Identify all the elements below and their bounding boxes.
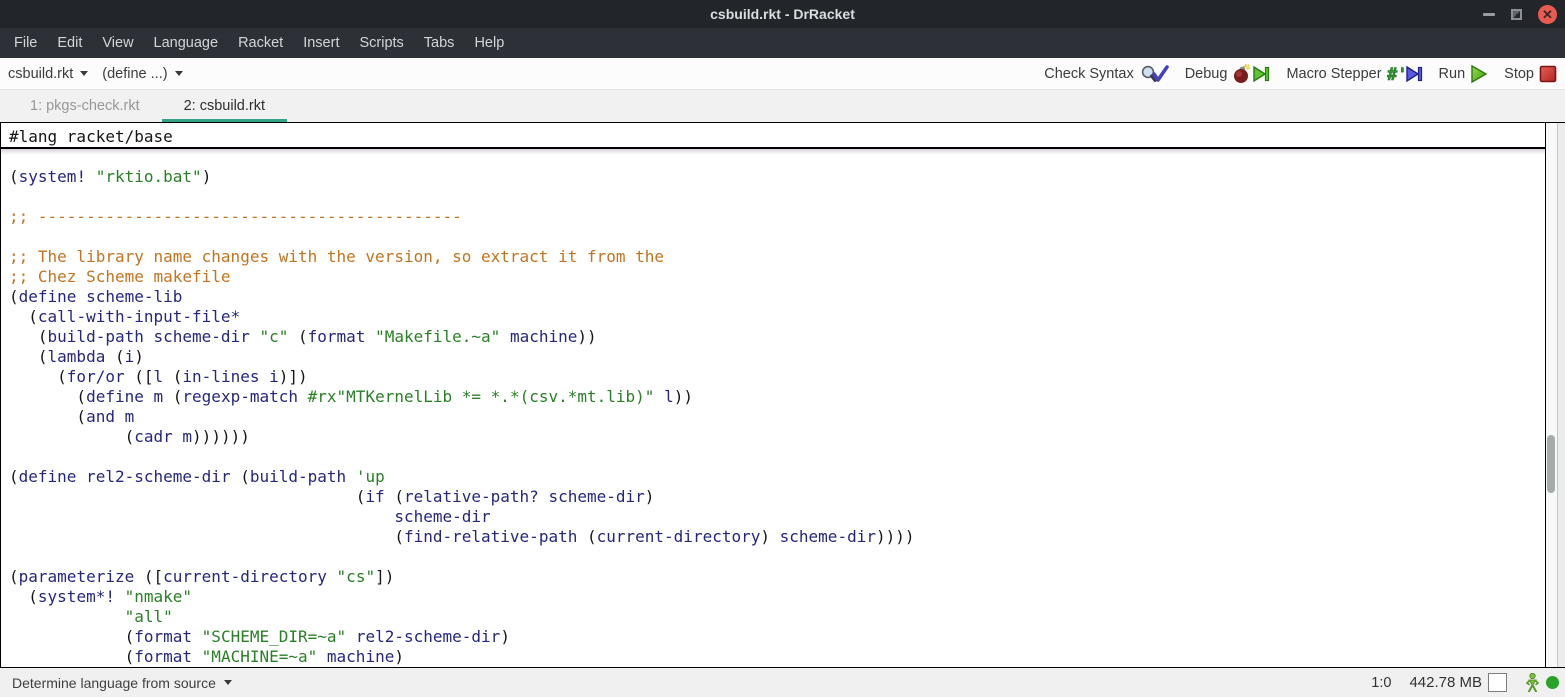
code-line: (define scheme-lib — [9, 287, 1545, 307]
drracket-window: csbuild.rkt - DrRacket ✕ FileEditViewLan… — [0, 0, 1565, 697]
menu-scripts[interactable]: Scripts — [349, 31, 413, 55]
menu-insert[interactable]: Insert — [293, 31, 349, 55]
code-line: (define m (regexp-match #rx"MTKernelLib … — [9, 387, 1545, 407]
code-line: (cadr m)))))) — [9, 427, 1545, 447]
menu-edit[interactable]: Edit — [47, 31, 92, 55]
magnifier-check-icon — [1139, 64, 1169, 84]
code-line: (format "SCHEME_DIR=~a" rel2-scheme-dir) — [9, 627, 1545, 647]
code-line: (call-with-input-file* — [9, 307, 1545, 327]
code-line: ;; Chez Scheme makefile — [9, 267, 1545, 287]
bomb-step-icon — [1232, 64, 1270, 84]
code-line: (system! "rktio.bat") — [9, 167, 1545, 187]
code-line: (lambda (i) — [9, 347, 1545, 367]
code-line: (parameterize ([current-directory "cs"]) — [9, 567, 1545, 587]
debug-label: Debug — [1185, 66, 1228, 82]
run-play-icon — [1470, 64, 1488, 84]
close-button[interactable]: ✕ — [1538, 5, 1557, 24]
cursor-position: 1:0 — [1371, 675, 1391, 691]
definition-navigator-label: (define ...) — [102, 66, 167, 82]
code-line — [9, 447, 1545, 467]
menu-tabs[interactable]: Tabs — [414, 31, 465, 55]
code-line: scheme-dir — [9, 507, 1545, 527]
statusbar: Determine language from source 1:0 442.7… — [0, 668, 1565, 697]
code-line: ;; The library name changes with the ver… — [9, 247, 1545, 267]
editor-area: #lang racket/base (system! "rktio.bat");;… — [0, 122, 1565, 668]
menubar: FileEditViewLanguageRacketInsertScriptsT… — [0, 28, 1565, 58]
run-button[interactable]: Run — [1439, 64, 1489, 84]
vertical-scrollbar[interactable] — [1546, 123, 1557, 667]
check-syntax-button[interactable]: Check Syntax — [1044, 64, 1168, 84]
window-controls: ✕ — [1483, 0, 1557, 28]
titlebar: csbuild.rkt - DrRacket ✕ — [0, 0, 1565, 28]
code-line — [9, 187, 1545, 207]
code-line: (build-path scheme-dir "c" (format "Make… — [9, 327, 1545, 347]
window-title: csbuild.rkt - DrRacket — [0, 6, 1565, 22]
chevron-down-icon — [175, 71, 183, 76]
code-line: (find-relative-path (current-directory) … — [9, 527, 1545, 547]
stop-label: Stop — [1504, 66, 1534, 82]
toolbar: csbuild.rkt (define ...) Check Syntax — [0, 58, 1565, 90]
definition-navigator-dropdown[interactable]: (define ...) — [102, 66, 182, 82]
code-line: (if (relative-path? scheme-dir) — [9, 487, 1545, 507]
svg-text:#': #' — [1387, 65, 1407, 84]
scrollbar-thumb[interactable] — [1547, 435, 1555, 493]
code-line: (format "MACHINE=~a" machine) — [9, 647, 1545, 667]
stop-button[interactable]: Stop — [1504, 64, 1557, 84]
editor-tab-1[interactable]: 1: pkgs-check.rkt — [8, 90, 162, 122]
code-line: (and m — [9, 407, 1545, 427]
running-man-icon — [1525, 673, 1540, 692]
menu-racket[interactable]: Racket — [228, 31, 293, 55]
language-selector-label: Determine language from source — [12, 675, 216, 691]
menu-view[interactable]: View — [92, 31, 143, 55]
check-syntax-label: Check Syntax — [1044, 66, 1133, 82]
editor-tab-2[interactable]: 2: csbuild.rkt — [162, 90, 287, 122]
minimize-button[interactable] — [1483, 13, 1495, 16]
macro-stepper-button[interactable]: Macro Stepper #' — [1286, 64, 1422, 84]
chevron-down-icon — [80, 71, 88, 76]
code-line: ;; -------------------------------------… — [9, 207, 1545, 227]
definitions-editor[interactable]: #lang racket/base (system! "rktio.bat");;… — [0, 123, 1546, 667]
maximize-button[interactable] — [1511, 9, 1522, 20]
hash-quote-step-icon: #' — [1387, 64, 1423, 84]
language-selector-button[interactable]: Determine language from source — [12, 675, 232, 691]
code-line: (define rel2-scheme-dir (build-path 'up — [9, 467, 1545, 487]
stop-square-icon — [1539, 64, 1557, 84]
tabbar: 1: pkgs-check.rkt2: csbuild.rkt — [0, 90, 1565, 122]
macro-stepper-label: Macro Stepper — [1286, 66, 1381, 82]
file-scope-label: csbuild.rkt — [8, 66, 73, 82]
debug-button[interactable]: Debug — [1185, 64, 1271, 84]
code-line: (system*! "nmake" — [9, 587, 1545, 607]
menu-help[interactable]: Help — [464, 31, 514, 55]
lang-separator-shadow — [1, 149, 1545, 155]
window-edge — [1557, 123, 1565, 667]
code-line: #lang racket/base — [9, 127, 1545, 147]
menu-file[interactable]: File — [4, 31, 47, 55]
garbage-collect-button[interactable] — [1488, 673, 1507, 692]
code-line: (for/or ([l (in-lines i)]) — [9, 367, 1545, 387]
code-line — [9, 227, 1545, 247]
code-line — [9, 547, 1545, 567]
run-label: Run — [1439, 66, 1466, 82]
parens-status-icon — [1546, 676, 1559, 689]
memory-usage: 442.78 MB — [1409, 674, 1482, 691]
chevron-down-icon — [224, 680, 232, 685]
code-line: "all" — [9, 607, 1545, 627]
file-scope-dropdown[interactable]: csbuild.rkt — [8, 66, 88, 82]
menu-language[interactable]: Language — [144, 31, 229, 55]
